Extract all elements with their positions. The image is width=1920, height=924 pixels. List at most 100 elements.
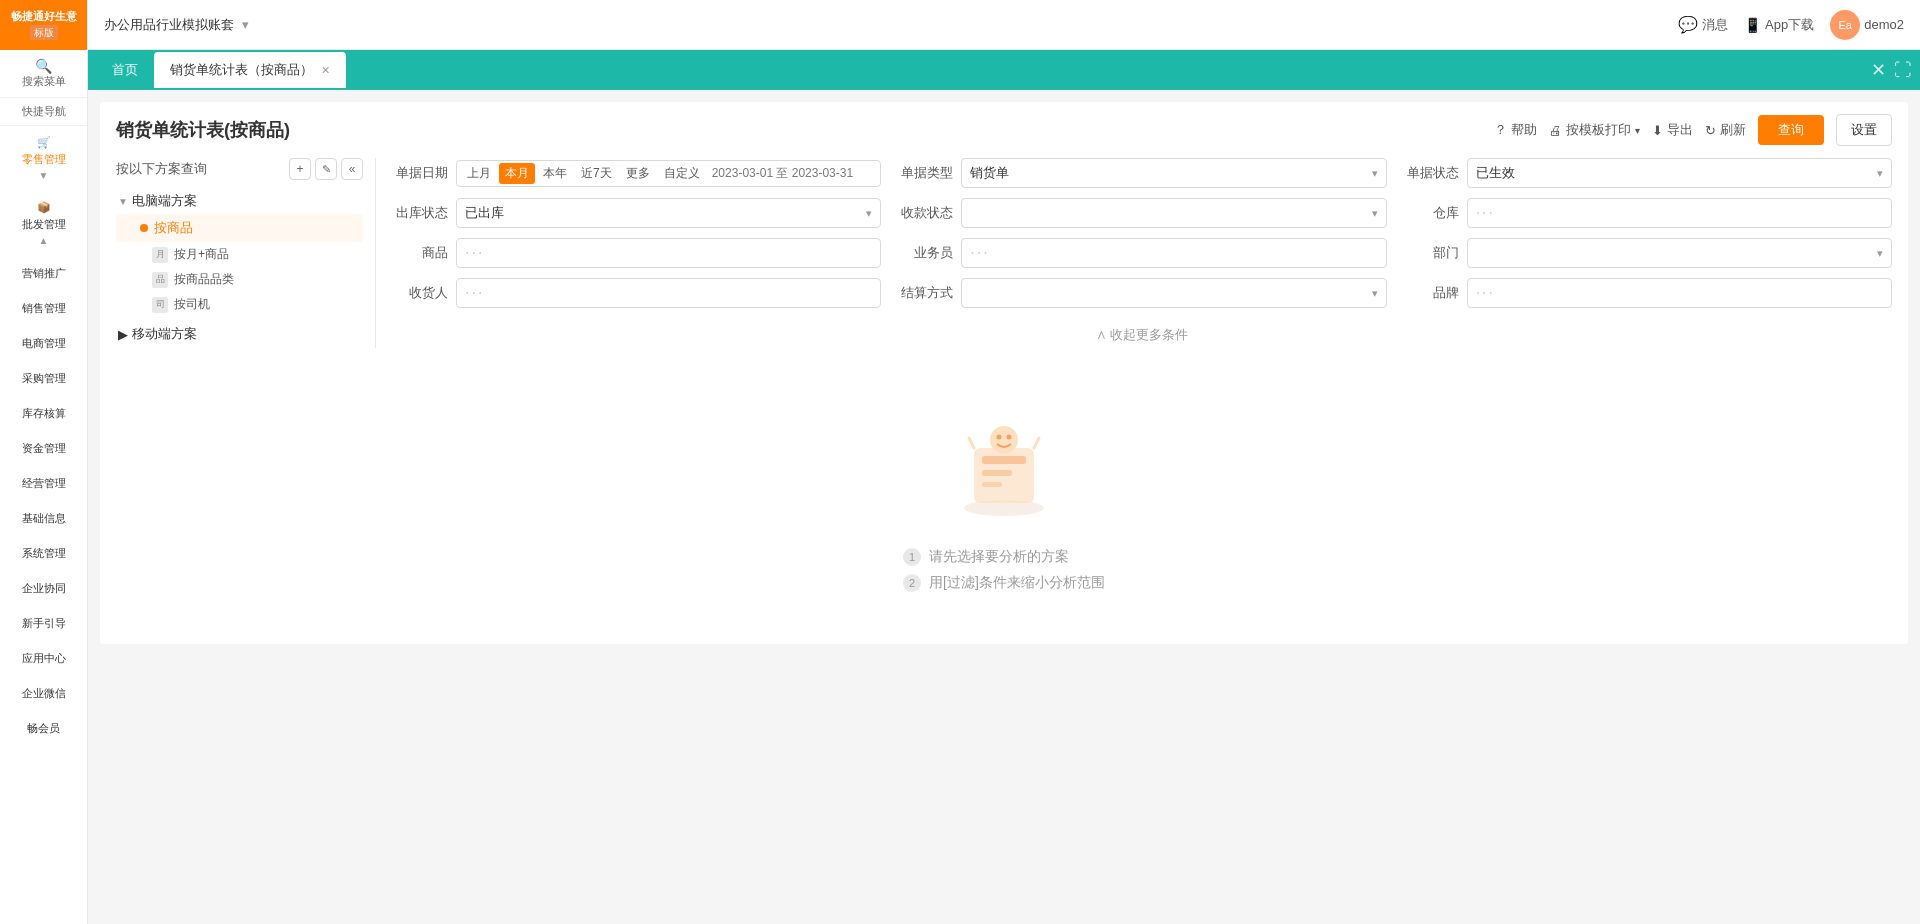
collapse-filters-button[interactable]: ∧ 收起更多条件 [392,318,1892,348]
scheme-collapse-button[interactable]: « [341,158,363,180]
sidebar-item-search[interactable]: 🔍 搜索菜单 [0,50,87,98]
scheme-item-month-product[interactable]: 月 按月+商品 [116,242,363,267]
filter-item-doc-status: 单据状态 已生效 ▾ [1403,158,1892,188]
filter-layout: 按以下方案查询 + ✎ « [116,158,1892,348]
sidebar-item-wholesale[interactable]: 📦 批发管理 ▲ [0,191,87,256]
sidebar-item-system[interactable]: 系统管理 [0,536,87,571]
date-tab-this-year[interactable]: 本年 [537,163,573,184]
scheme-edit-button[interactable]: ✎ [315,158,337,180]
brand-input[interactable]: ··· [1467,278,1892,308]
sidebar-item-member[interactable]: 畅会员 [0,711,87,746]
sidebar: 畅捷通好生意 标版 🔍 搜索菜单 快捷导航 🛒 零售管理 ▼ 📦 批发管理 ▲ … [0,0,88,924]
scheme-group-desktop-label: 电脑端方案 [132,192,197,210]
sidebar-wechat-label: 企业微信 [22,686,66,701]
salesperson-input[interactable]: ··· [961,238,1386,268]
avatar: Ea [1830,10,1860,40]
sidebar-item-quick-nav[interactable]: 快捷导航 [0,98,87,126]
top-header: 办公用品行业模拟账套 ▾ 💬 消息 📱 App下载 Ea demo2 [88,0,1920,50]
sidebar-item-inventory[interactable]: 库存核算 [0,396,87,431]
date-tab-more[interactable]: 更多 [620,163,656,184]
out-status-select[interactable]: 已出库 ▾ [456,198,881,228]
tab-sales-stat-label: 销货单统计表（按商品） [170,61,313,79]
print-arrow-icon: ▾ [1635,125,1640,136]
sidebar-item-operation[interactable]: 经营管理 [0,466,87,501]
export-button[interactable]: ⬇ 导出 [1652,121,1693,139]
salesperson-dots-icon: ··· [970,244,989,262]
sidebar-appstore-label: 应用中心 [22,651,66,666]
tab-sales-stat[interactable]: 销货单统计表（按商品） ✕ [154,52,346,88]
app-logo: 畅捷通好生意 标版 [0,0,87,50]
payment-status-select[interactable]: ▾ [961,198,1386,228]
date-tab-last-month[interactable]: 上月 [461,163,497,184]
brand-dots-icon: ··· [1476,284,1495,302]
product-input[interactable]: ··· [456,238,881,268]
sidebar-finance-label: 资金管理 [22,441,66,456]
settings-button[interactable]: 设置 [1836,114,1892,146]
doc-type-select[interactable]: 销货单 ▾ [961,158,1386,188]
sidebar-item-ecommerce[interactable]: 电商管理 [0,326,87,361]
filter-item-date: 单据日期 上月 本月 本年 近7天 更多 自定义 2023-03-01 至 20… [392,160,881,187]
scheme-group-desktop-title[interactable]: ▼ 电脑端方案 [116,188,363,214]
date-tab-7days[interactable]: 近7天 [575,163,618,184]
doc-status-select[interactable]: 已生效 ▾ [1467,158,1892,188]
search-icon: 🔍 [6,58,81,74]
messages-button[interactable]: 💬 消息 [1678,15,1728,34]
sidebar-item-guide[interactable]: 新手引导 [0,606,87,641]
warehouse-input[interactable]: ··· [1467,198,1892,228]
sidebar-item-marketing[interactable]: 营销推广 [0,256,87,291]
sidebar-item-purchase[interactable]: 采购管理 [0,361,87,396]
page-card: 销货单统计表(按商品) ？ 帮助 🖨 按模板打印 ▾ ⬇ 导出 [100,102,1908,644]
query-button[interactable]: 查询 [1758,115,1824,145]
receiver-input[interactable]: ··· [456,278,881,308]
svg-rect-3 [982,470,1012,476]
sidebar-item-wechat[interactable]: 企业微信 [0,676,87,711]
tab-home[interactable]: 首页 [96,52,154,88]
date-tab-custom[interactable]: 自定义 [658,163,706,184]
filter-item-out-status: 出库状态 已出库 ▾ [392,198,881,228]
help-button[interactable]: ？ 帮助 [1494,121,1537,139]
out-status-label: 出库状态 [392,204,448,222]
active-dot-icon [140,224,148,232]
main-area: 办公用品行业模拟账套 ▾ 💬 消息 📱 App下载 Ea demo2 首页 [88,0,1920,924]
scheme-group-mobile-title[interactable]: ▶ 移动端方案 [116,321,363,347]
filter-row-3: 商品 ··· 业务员 ··· 部门 [392,238,1892,268]
scheme-add-button[interactable]: + [289,158,311,180]
tab-bar: 首页 销货单统计表（按商品） ✕ ✕ ⛶ [88,50,1920,90]
refresh-button[interactable]: ↻ 刷新 [1705,121,1746,139]
scheme-item-driver[interactable]: 司 按司机 [116,292,363,317]
sidebar-item-sales[interactable]: 销售管理 [0,291,87,326]
sidebar-quick-nav-label: 快捷导航 [0,104,87,119]
sidebar-item-basic[interactable]: 基础信息 [0,501,87,536]
sidebar-item-retail[interactable]: 🛒 零售管理 ▼ [0,126,87,191]
scheme-item-category-label: 按商品品类 [174,271,234,288]
sidebar-retail-label: 零售管理 [22,152,66,167]
scheme-group-mobile: ▶ 移动端方案 [116,321,363,347]
sidebar-search-label: 搜索菜单 [6,74,81,89]
date-tab-this-month[interactable]: 本月 [499,163,535,184]
doc-status-value: 已生效 [1476,164,1515,182]
user-profile[interactable]: Ea demo2 [1830,10,1904,40]
tab-close-window-icon[interactable]: ✕ [1871,59,1886,81]
filter-row-2: 出库状态 已出库 ▾ 收款状态 ▾ [392,198,1892,228]
content-area: 销货单统计表(按商品) ？ 帮助 🖨 按模板打印 ▾ ⬇ 导出 [88,90,1920,924]
scheme-item-category[interactable]: 品 按商品品类 [116,267,363,292]
app-download-button[interactable]: 📱 App下载 [1744,16,1814,34]
tab-close-icon[interactable]: ✕ [321,64,330,77]
department-select[interactable]: ▾ [1467,238,1892,268]
payment-method-select[interactable]: ▾ [961,278,1386,308]
tab-bar-actions: ✕ ⛶ [1871,59,1920,81]
template-print-button[interactable]: 🖨 按模板打印 ▾ [1549,121,1640,139]
tip-num-2: 2 [903,574,921,592]
receiver-dots-icon: ··· [465,284,484,302]
tab-maximize-icon[interactable]: ⛶ [1894,60,1912,81]
sidebar-item-enterprise[interactable]: 企业协同 [0,571,87,606]
industry-dropdown-icon[interactable]: ▾ [242,17,249,32]
scheme-item-by-product[interactable]: 按商品 [116,214,363,242]
sidebar-item-appstore[interactable]: 应用中心 [0,641,87,676]
date-label: 单据日期 [392,164,448,182]
sidebar-item-finance[interactable]: 资金管理 [0,431,87,466]
doc-status-arrow-icon: ▾ [1877,167,1883,180]
filter-item-department: 部门 ▾ [1403,238,1892,268]
svg-point-5 [990,426,1018,454]
filter-form: 单据日期 上月 本月 本年 近7天 更多 自定义 2023-03-01 至 20… [376,158,1892,348]
